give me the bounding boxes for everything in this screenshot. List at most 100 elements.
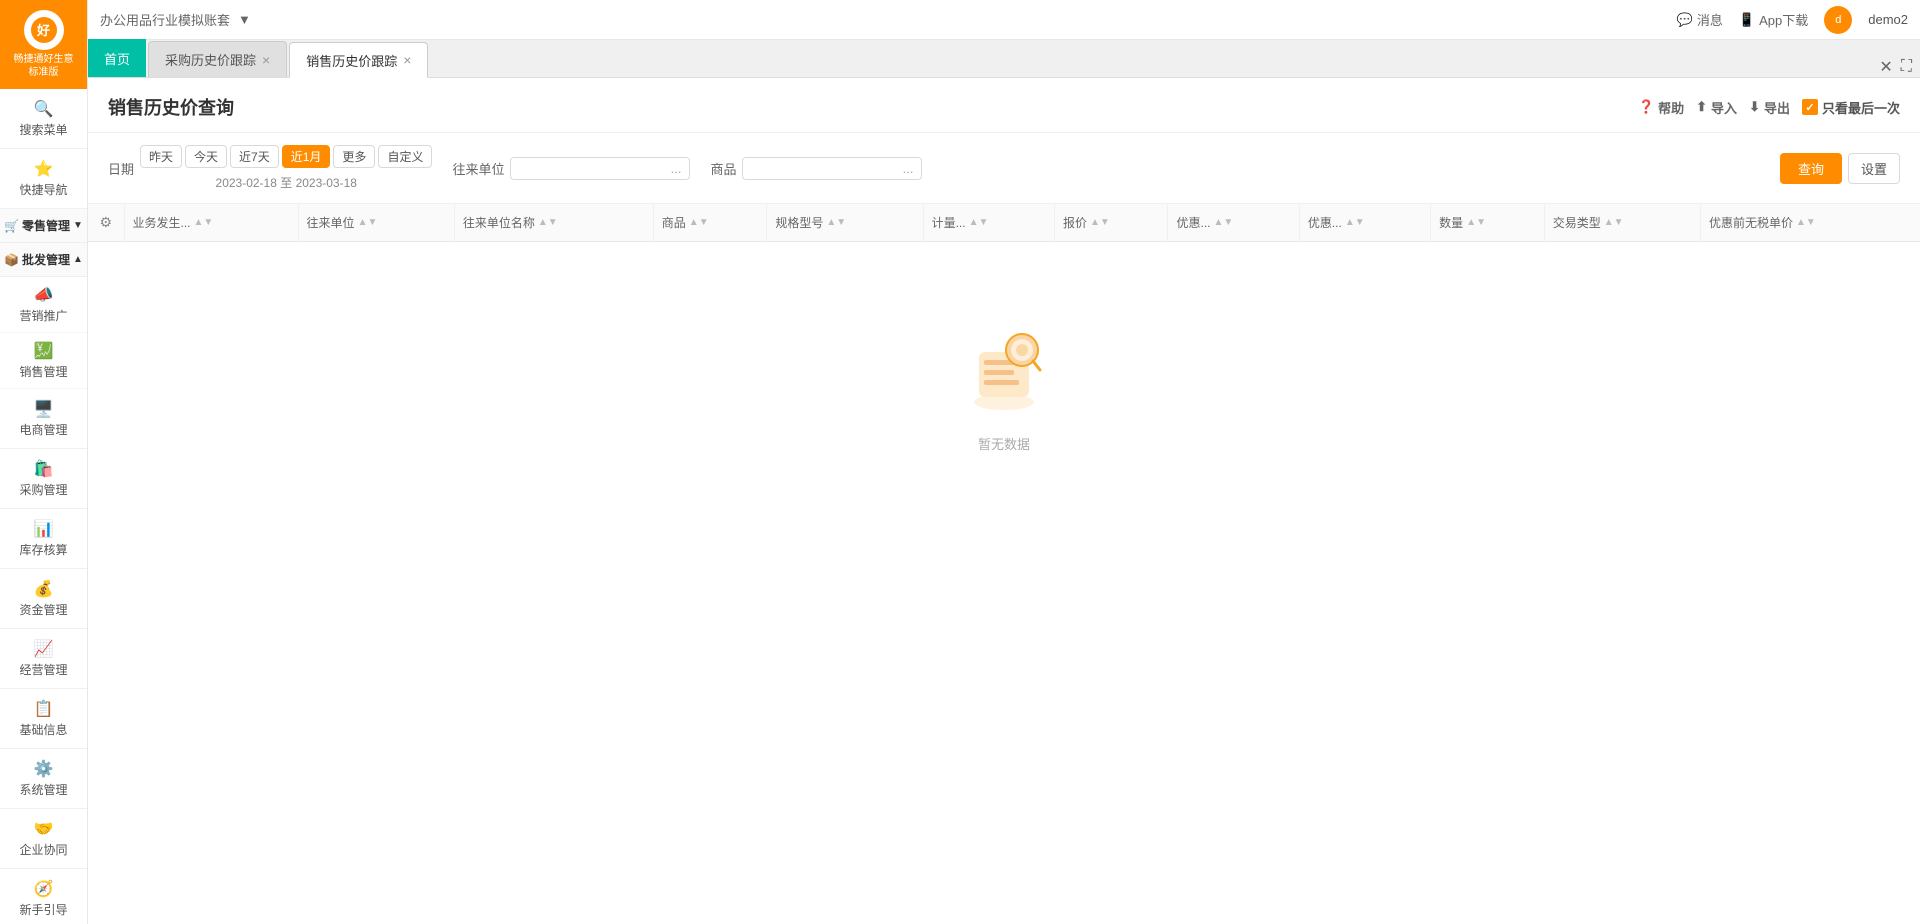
star-icon: ⭐ (34, 159, 54, 179)
sales-history-tab-label: 销售历史价跟踪 (306, 51, 397, 70)
date-btn-7days[interactable]: 近7天 (230, 145, 279, 168)
sales-history-close-icon[interactable]: × (403, 53, 411, 67)
sort-unit-name[interactable]: ▲▼ (538, 219, 558, 226)
date-range-display: 2023-02-18 至 2023-03-18 (216, 174, 357, 191)
sidebar-item-quicknav[interactable]: ⭐ 快捷导航 (0, 149, 87, 209)
export-label: 导出 (1764, 98, 1790, 117)
page-content: 销售历史价查询 ❓ 帮助 ⬆ 导入 ⬇ 导出 (88, 78, 1920, 924)
page-header: 销售历史价查询 ❓ 帮助 ⬆ 导入 ⬇ 导出 (88, 78, 1920, 133)
date-btn-custom[interactable]: 自定义 (378, 145, 432, 168)
import-btn[interactable]: ⬆ 导入 (1696, 98, 1737, 117)
export-btn[interactable]: ⬇ 导出 (1749, 98, 1790, 117)
date-options: 昨天 今天 近7天 近1月 更多 自定义 2023-02-18 至 2023-0… (140, 145, 432, 191)
sort-biz-date[interactable]: ▲▼ (194, 219, 214, 226)
page-title-row: 销售历史价查询 ❓ 帮助 ⬆ 导入 ⬇ 导出 (108, 94, 1900, 120)
filter-actions: 查询 设置 (1780, 153, 1900, 184)
setting-button[interactable]: 设置 (1848, 153, 1900, 184)
table-settings-icon[interactable]: ⚙ (99, 214, 112, 230)
sidebar-item-ecommerce[interactable]: 🖥️ 电商管理 (0, 389, 87, 449)
retail-arrow: ▼ (73, 220, 83, 231)
col-unit: 计量... ▲▼ (923, 204, 1054, 242)
wholesale-label: 批发管理 (22, 251, 70, 268)
sort-unit-code[interactable]: ▲▼ (358, 219, 378, 226)
sort-pretax-price[interactable]: ▲▼ (1796, 219, 1816, 226)
wholesale-arrow: ▲ (73, 254, 83, 265)
tabs-bar: 首页 采购历史价跟踪 × 销售历史价跟踪 × ✕ ⛶ (88, 40, 1920, 78)
basic-icon: 📋 (34, 699, 54, 719)
source-unit-dots: ... (671, 161, 682, 176)
message-icon: 💬 (1677, 12, 1693, 28)
empty-icon (954, 322, 1054, 422)
col-spec: 规格型号 ▲▼ (767, 204, 923, 242)
retail-label: 零售管理 (22, 217, 70, 234)
date-btn-today[interactable]: 今天 (185, 145, 227, 168)
sidebar-item-inventory[interactable]: 📊 库存核算 (0, 509, 87, 569)
purchase-history-close-icon[interactable]: × (262, 53, 270, 67)
finance-icon: 💰 (34, 579, 54, 599)
date-btn-1month[interactable]: 近1月 (282, 145, 331, 168)
export-icon: ⬇ (1749, 99, 1760, 115)
import-label: 导入 (1711, 98, 1737, 117)
inventory-icon: 📊 (34, 519, 54, 539)
topbar-dropdown[interactable]: ▼ (238, 12, 251, 27)
date-buttons: 昨天 今天 近7天 近1月 更多 自定义 (140, 145, 432, 168)
home-tab-label: 首页 (104, 49, 130, 68)
source-unit-label: 往来单位 (452, 159, 504, 178)
col-product: 商品 ▲▼ (653, 204, 767, 242)
app-download-btn[interactable]: 📱 App下载 (1739, 10, 1808, 29)
retail-icon: 🛒 (4, 219, 19, 233)
date-btn-more[interactable]: 更多 (333, 145, 375, 168)
sort-unit[interactable]: ▲▼ (969, 219, 989, 226)
col-discount1: 优惠... ▲▼ (1168, 204, 1299, 242)
sidebar-item-wholesale[interactable]: 📦 批发管理 ▲ (0, 243, 87, 277)
message-btn[interactable]: 💬 消息 (1677, 10, 1723, 29)
product-filter-group: 商品 ... (710, 157, 922, 180)
empty-text: 暂无数据 (978, 434, 1030, 453)
tab-purchase-history[interactable]: 采购历史价跟踪 × (148, 41, 287, 77)
sidebar-item-search[interactable]: 🔍 搜索菜单 (0, 89, 87, 149)
close-tab-icon[interactable]: ✕ (1879, 57, 1892, 77)
product-input[interactable]: ... (742, 157, 922, 180)
sidebar-item-basic[interactable]: 📋 基础信息 (0, 689, 87, 749)
sort-price[interactable]: ▲▼ (1090, 219, 1110, 226)
sidebar-nav: 🔍 搜索菜单 ⭐ 快捷导航 🛒 零售管理 ▼ 📦 批发管理 ▲ 📣 (0, 89, 87, 924)
sort-trade-type[interactable]: ▲▼ (1604, 219, 1624, 226)
marketing-icon: 📣 (34, 285, 54, 305)
sort-discount2[interactable]: ▲▼ (1345, 219, 1365, 226)
sort-quantity[interactable]: ▲▼ (1466, 219, 1486, 226)
tab-home[interactable]: 首页 (88, 39, 146, 77)
help-btn[interactable]: ❓ 帮助 (1638, 98, 1684, 117)
maximize-icon[interactable]: ⛶ (1901, 58, 1912, 76)
sidebar-item-purchase[interactable]: 🛍️ 采购管理 (0, 449, 87, 509)
sidebar-item-system[interactable]: ⚙️ 系统管理 (0, 749, 87, 809)
sort-spec[interactable]: ▲▼ (826, 219, 846, 226)
date-btn-yesterday[interactable]: 昨天 (140, 145, 182, 168)
tabs-actions: ✕ ⛶ (1879, 57, 1920, 77)
product-dots: ... (903, 161, 914, 176)
search-icon: 🔍 (34, 99, 54, 119)
coop-icon: 🤝 (34, 819, 54, 839)
sort-discount1[interactable]: ▲▼ (1214, 219, 1234, 226)
sidebar-item-retail[interactable]: 🛒 零售管理 ▼ (0, 209, 87, 243)
sidebar-item-sales-mgmt[interactable]: 💹 销售管理 (0, 333, 87, 389)
sidebar-item-operations[interactable]: 📈 经营管理 (0, 629, 87, 689)
only-last-checkbox[interactable]: ✓ 只看最后一次 (1802, 98, 1900, 117)
sidebar-item-marketing[interactable]: 📣 营销推广 (0, 277, 87, 333)
sidebar-item-coop[interactable]: 🤝 企业协同 (0, 809, 87, 869)
system-icon: ⚙️ (34, 759, 54, 779)
tab-sales-history[interactable]: 销售历史价跟踪 × (289, 42, 428, 78)
col-price: 报价 ▲▼ (1054, 204, 1168, 242)
sidebar-item-label-basic: 基础信息 (19, 721, 67, 738)
app-logo[interactable]: 好 畅捷通好生意 标准版 (0, 0, 87, 89)
sort-product[interactable]: ▲▼ (689, 219, 709, 226)
sidebar-item-finance[interactable]: 💰 资金管理 (0, 569, 87, 629)
topbar-title: 办公用品行业模拟账套 (100, 10, 230, 29)
source-unit-input[interactable]: ... (510, 157, 690, 180)
page-actions: ❓ 帮助 ⬆ 导入 ⬇ 导出 ✓ 只看最后一 (1638, 98, 1900, 117)
sidebar-item-guide[interactable]: 🧭 新手引导 (0, 869, 87, 924)
user-avatar[interactable]: d (1824, 6, 1852, 34)
sales-mgmt-icon: 💹 (34, 341, 54, 361)
help-icon: ❓ (1638, 99, 1654, 115)
ecommerce-icon: 🖥️ (34, 399, 54, 419)
search-button[interactable]: 查询 (1780, 153, 1842, 184)
